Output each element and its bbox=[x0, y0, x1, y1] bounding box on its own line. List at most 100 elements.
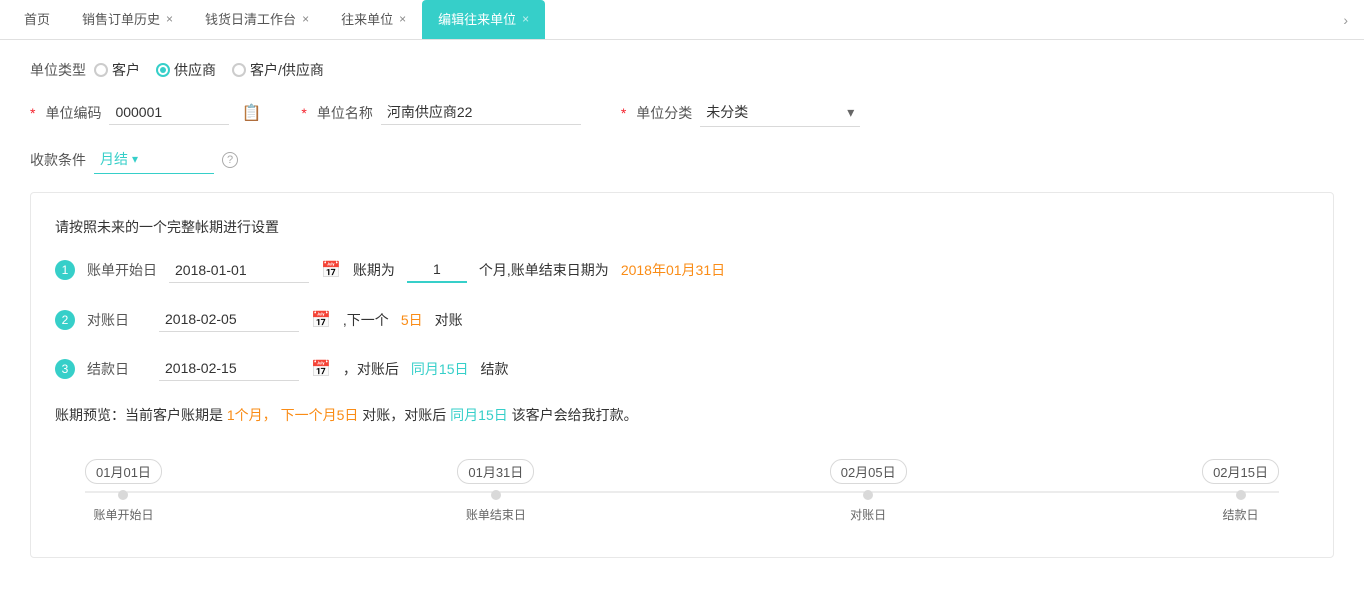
timeline-dot-2 bbox=[491, 490, 501, 500]
period-highlight-2: 5日 bbox=[401, 310, 423, 330]
preview-part3: 同月15日 bbox=[450, 407, 508, 423]
preview-section: 账期预览：当前客户账期是 1个月， 下一个月5日 对账，对账后 同月15日 该客… bbox=[55, 405, 1309, 533]
category-group: * 单位分类 未分类 ▾ bbox=[621, 98, 860, 127]
category-arrow-icon: ▾ bbox=[847, 104, 854, 121]
radio-both[interactable]: 客户/供应商 bbox=[232, 60, 324, 80]
preview-label: 账期预览：当前客户账期是 bbox=[55, 407, 223, 423]
period-suffix-before-1: 账期为 bbox=[353, 260, 395, 280]
payment-group: 收款条件 月结 ▾ ? bbox=[30, 145, 238, 174]
required-name: * bbox=[301, 105, 306, 121]
period-label-3: 结款日 bbox=[87, 359, 147, 379]
preview-part2: 下一个月5日 bbox=[281, 407, 359, 423]
tab-sales-history-close[interactable]: × bbox=[166, 12, 173, 26]
code-group: * 单位编码 📋 bbox=[30, 100, 261, 125]
code-input[interactable] bbox=[109, 100, 229, 125]
tab-edit-partner[interactable]: 编辑往来单位 × bbox=[422, 0, 545, 39]
tab-more-arrow[interactable]: › bbox=[1335, 0, 1356, 39]
tab-cash-work[interactable]: 钱货日清工作台 × bbox=[189, 0, 325, 39]
timeline-sublabel-1: 账单开始日 bbox=[93, 506, 153, 523]
radio-both-circle bbox=[232, 63, 246, 77]
radio-customer-circle bbox=[94, 63, 108, 77]
tab-edit-partner-label: 编辑往来单位 bbox=[438, 9, 516, 28]
radio-supplier[interactable]: 供应商 bbox=[156, 60, 216, 80]
unit-type-group: 单位类型 客户 供应商 客户/供应商 bbox=[30, 60, 324, 80]
timeline-dot-3 bbox=[863, 490, 873, 500]
period-num-1: 1 bbox=[55, 260, 75, 280]
timeline-container: 01月01日 账单开始日 01月31日 账单结束日 bbox=[55, 449, 1309, 533]
unit-type-row: 单位类型 客户 供应商 客户/供应商 bbox=[30, 60, 1334, 80]
preview-mid: 对账，对账后 bbox=[362, 407, 450, 423]
calendar-icon-3[interactable]: 📅 bbox=[311, 359, 331, 379]
settings-panel: 请按照未来的一个完整帐期进行设置 1 账单开始日 📅 账期为 个月,账单结束日期… bbox=[30, 192, 1334, 558]
period-highlight-3: 同月15日 bbox=[411, 359, 469, 379]
payment-row: 收款条件 月结 ▾ ? bbox=[30, 145, 1334, 174]
period-months-input[interactable] bbox=[407, 257, 467, 283]
tab-cash-work-close[interactable]: × bbox=[302, 12, 309, 26]
code-name-row: * 单位编码 📋 * 单位名称 * 单位分类 未分类 ▾ bbox=[30, 98, 1334, 127]
calendar-code-icon[interactable]: 📋 bbox=[241, 103, 261, 123]
timeline-point-4: 02月15日 结款日 bbox=[1202, 459, 1279, 523]
panel-title: 请按照未来的一个完整帐期进行设置 bbox=[55, 217, 1309, 237]
timeline-line bbox=[85, 492, 1279, 493]
payment-label: 收款条件 bbox=[30, 150, 86, 170]
timeline-point-2: 01月31日 账单结束日 bbox=[457, 459, 534, 523]
category-label: 单位分类 bbox=[636, 103, 692, 123]
category-select[interactable]: 未分类 ▾ bbox=[700, 98, 860, 127]
payment-arrow-icon: ▾ bbox=[132, 152, 138, 166]
name-label: 单位名称 bbox=[317, 103, 373, 123]
timeline-badge-1: 01月01日 bbox=[85, 459, 162, 484]
timeline-sublabel-2: 账单结束日 bbox=[466, 506, 526, 523]
radio-both-label: 客户/供应商 bbox=[250, 60, 324, 80]
category-value: 未分类 bbox=[706, 102, 748, 122]
help-icon[interactable]: ? bbox=[222, 152, 238, 168]
radio-group: 客户 供应商 客户/供应商 bbox=[94, 60, 324, 80]
period-highlight-1: 2018年01月31日 bbox=[621, 260, 725, 280]
period-suffix-after-1: 个月,账单结束日期为 bbox=[479, 260, 609, 280]
timeline-badge-3: 02月05日 bbox=[830, 459, 907, 484]
tab-bar: 首页 销售订单历史 × 钱货日清工作台 × 往来单位 × 编辑往来单位 × › bbox=[0, 0, 1364, 40]
preview-part1: 1个月， bbox=[227, 407, 277, 423]
timeline-point-1: 01月01日 账单开始日 bbox=[85, 459, 162, 523]
period-date-3[interactable] bbox=[159, 356, 299, 381]
timeline-badge-2: 01月31日 bbox=[457, 459, 534, 484]
period-suffix-3: 结款 bbox=[481, 359, 509, 379]
tab-partner-label: 往来单位 bbox=[341, 9, 393, 28]
calendar-icon-2[interactable]: 📅 bbox=[311, 310, 331, 330]
timeline-sublabel-4: 结款日 bbox=[1223, 506, 1259, 523]
period-date-1[interactable] bbox=[169, 258, 309, 283]
calendar-icon-1[interactable]: 📅 bbox=[321, 260, 341, 280]
timeline-badge-4: 02月15日 bbox=[1202, 459, 1279, 484]
radio-supplier-circle bbox=[156, 63, 170, 77]
period-suffix-2: 对账 bbox=[435, 310, 463, 330]
timeline-dot-4 bbox=[1236, 490, 1246, 500]
unit-type-label: 单位类型 bbox=[30, 60, 86, 80]
radio-supplier-label: 供应商 bbox=[174, 60, 216, 80]
period-prefix-2: ,下一个 bbox=[343, 310, 389, 330]
name-group: * 单位名称 bbox=[301, 100, 580, 125]
tab-edit-partner-close[interactable]: × bbox=[522, 12, 529, 26]
preview-end: 该客户会给我打款。 bbox=[512, 407, 638, 423]
name-input[interactable] bbox=[381, 100, 581, 125]
tab-partner-close[interactable]: × bbox=[399, 12, 406, 26]
tab-sales-history-label: 销售订单历史 bbox=[82, 9, 160, 28]
timeline-point-3: 02月05日 对账日 bbox=[830, 459, 907, 523]
tab-sales-history[interactable]: 销售订单历史 × bbox=[66, 0, 189, 39]
payment-value: 月结 bbox=[100, 149, 128, 169]
required-category: * bbox=[621, 105, 626, 121]
timeline-sublabel-3: 对账日 bbox=[850, 506, 886, 523]
radio-customer-label: 客户 bbox=[112, 60, 140, 80]
tab-home-label: 首页 bbox=[24, 9, 50, 28]
period-num-2: 2 bbox=[55, 310, 75, 330]
radio-customer[interactable]: 客户 bbox=[94, 60, 140, 80]
tab-home[interactable]: 首页 bbox=[8, 0, 66, 39]
period-row-2: 2 对账日 📅 ,下一个 5日 对账 bbox=[55, 307, 1309, 332]
payment-select[interactable]: 月结 ▾ bbox=[94, 145, 214, 174]
period-label-1: 账单开始日 bbox=[87, 260, 157, 280]
tab-partner[interactable]: 往来单位 × bbox=[325, 0, 422, 39]
preview-text: 账期预览：当前客户账期是 1个月， 下一个月5日 对账，对账后 同月15日 该客… bbox=[55, 405, 1309, 425]
period-row-1: 1 账单开始日 📅 账期为 个月,账单结束日期为 2018年01月31日 bbox=[55, 257, 1309, 283]
period-num-3: 3 bbox=[55, 359, 75, 379]
required-code: * bbox=[30, 105, 35, 121]
period-date-2[interactable] bbox=[159, 307, 299, 332]
period-prefix-3: ，对账后 bbox=[343, 359, 399, 379]
